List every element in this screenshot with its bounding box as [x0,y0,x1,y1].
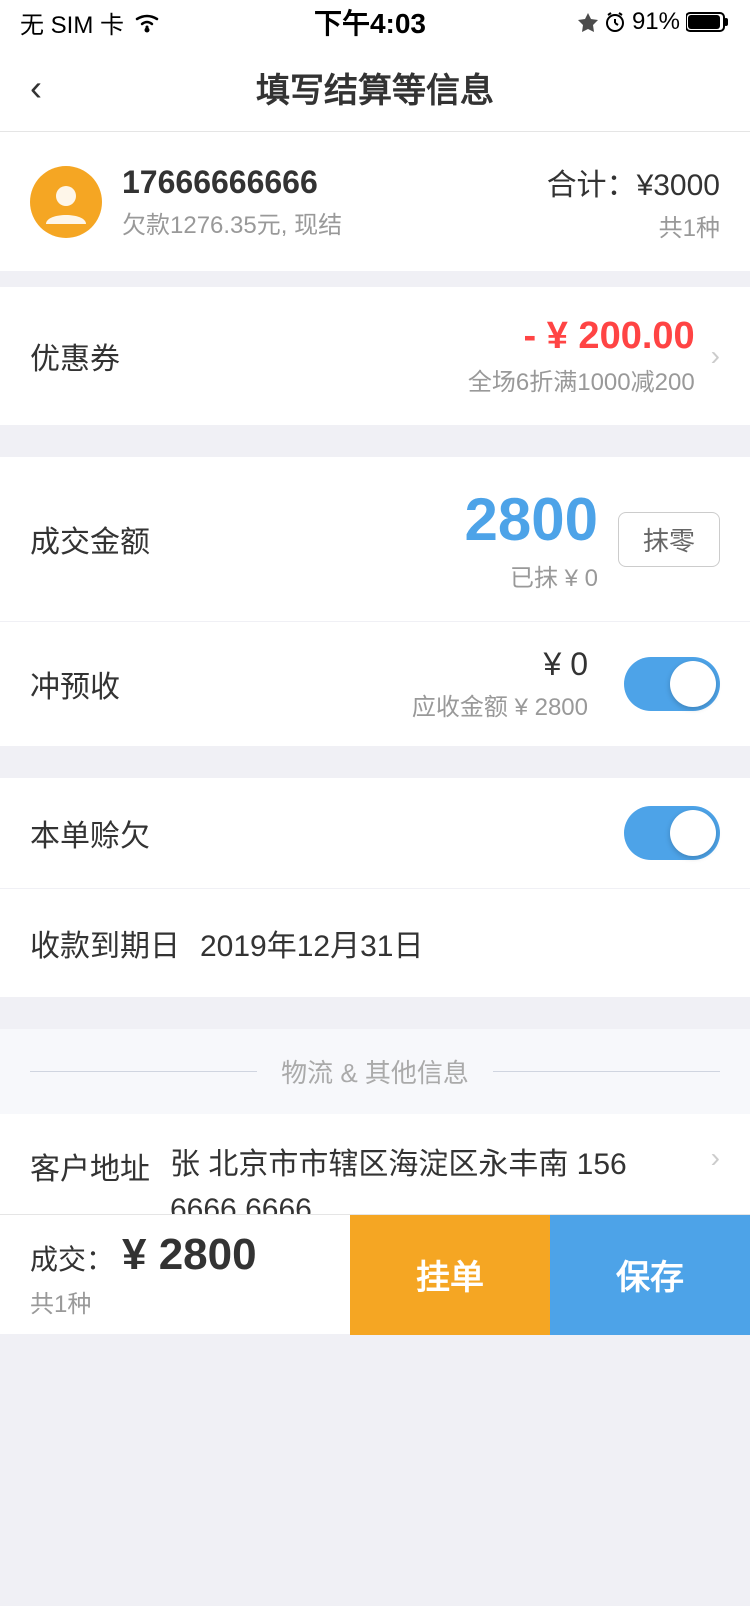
credit-toggle[interactable] [624,806,720,860]
due-date-value: 2019年12月31日 [200,921,423,965]
divider-2 [0,762,750,778]
customer-debt: 欠款1276.35元, 现结 [122,205,342,240]
alarm-icon [604,11,626,33]
wifi-icon [132,11,162,33]
deal-amount-row: 成交金额 2800 已抹 ¥ 0 抹零 [0,457,750,622]
credit-label: 本单赊欠 [30,811,150,855]
separator-label-row: 物流 & 其他信息 [0,1029,750,1114]
deal-amount-sub: 已抹 ¥ 0 [465,558,598,593]
back-button[interactable]: ‹ [30,67,42,109]
avatar [30,166,102,238]
coupon-detail: 全场6折满1000减200 [468,362,695,397]
coupon-right: - ¥ 200.00 全场6折满1000减200 › [468,315,720,397]
divider-3 [0,1013,750,1029]
deal-amount-label: 成交金额 [30,517,150,561]
prepay-toggle[interactable] [624,657,720,711]
bottom-deal: 成交： ¥ 2800 [30,1230,320,1280]
prepay-amount-sub: 应收金额 ¥ 2800 [412,687,588,722]
customer-phone: 17666666666 [122,164,342,201]
battery-icon [686,11,730,33]
address-chevron-icon: › [711,1142,720,1174]
status-right: 91% [578,8,730,36]
prepay-toggle-thumb [670,661,716,707]
prepay-row: 冲预收 ¥ 0 应收金额 ¥ 2800 [0,622,750,746]
page-title: 填写结算等信息 [256,63,494,112]
customer-card: 17666666666 欠款1276.35元, 现结 合计：¥3000 共1种 [0,132,750,271]
status-time: 下午4:03 [314,2,426,42]
coupon-value-block: - ¥ 200.00 全场6折满1000减200 [468,315,695,397]
total-count: 共1种 [547,208,720,243]
customer-left: 17666666666 欠款1276.35元, 现结 [30,164,342,240]
credit-row: 本单赊欠 [0,778,750,889]
location-icon [578,11,598,33]
chevron-right-icon: › [711,340,720,372]
deal-right: 2800 已抹 ¥ 0 抹零 [465,485,721,593]
credit-toggle-thumb [670,810,716,856]
bottom-deal-label: 成交： [30,1238,114,1278]
status-left: 无 SIM 卡 [20,5,162,40]
avatar-icon [42,178,90,226]
credit-section: 本单赊欠 收款到期日 2019年12月31日 [0,778,750,997]
deal-amount-value: 2800 [465,485,598,554]
coupon-discount: - ¥ 200.00 [468,315,695,358]
total-amount: 合计：¥3000 [547,160,720,204]
prepay-right: ¥ 0 应收金额 ¥ 2800 [412,646,720,722]
due-date-row: 收款到期日 2019年12月31日 [0,889,750,997]
status-bar: 无 SIM 卡 下午4:03 91% [0,0,750,44]
content-area: 17666666666 欠款1276.35元, 现结 合计：¥3000 共1种 … [0,132,750,1606]
divider-1 [0,441,750,457]
customer-total: 合计：¥3000 共1种 [547,160,720,243]
coupon-label: 优惠券 [30,334,120,378]
sim-signal: 无 SIM 卡 [20,5,124,40]
credit-right [624,806,720,860]
nav-bar: ‹ 填写结算等信息 [0,44,750,132]
customer-info: 17666666666 欠款1276.35元, 现结 [122,164,342,240]
separator-text: 物流 & 其他信息 [257,1053,493,1090]
bottom-summary: 成交： ¥ 2800 共1种 [0,1230,350,1319]
prepay-amount-block: ¥ 0 应收金额 ¥ 2800 [412,646,588,722]
separator-line-right [493,1071,720,1072]
round-button[interactable]: 抹零 [618,512,720,567]
coupon-section: 优惠券 - ¥ 200.00 全场6折满1000减200 › [0,287,750,425]
coupon-row[interactable]: 优惠券 - ¥ 200.00 全场6折满1000减200 › [0,287,750,425]
save-button[interactable]: 保存 [550,1215,750,1335]
bottom-count: 共1种 [30,1284,320,1319]
bottom-bar: 成交： ¥ 2800 共1种 挂单 保存 [0,1214,750,1334]
separator-line-left [30,1071,257,1072]
deal-amount-section: 成交金额 2800 已抹 ¥ 0 抹零 冲预收 ¥ 0 应收金额 ¥ 2800 [0,457,750,746]
prepay-label: 冲预收 [30,662,120,706]
bottom-deal-amount: ¥ 2800 [122,1230,257,1280]
address-label: 客户地址 [30,1142,150,1188]
prepay-amount-value: ¥ 0 [412,646,588,683]
due-date-label: 收款到期日 [30,921,180,965]
hold-button[interactable]: 挂单 [350,1215,550,1335]
deal-info: 2800 已抹 ¥ 0 [465,485,598,593]
battery-percent: 91% [632,8,680,36]
